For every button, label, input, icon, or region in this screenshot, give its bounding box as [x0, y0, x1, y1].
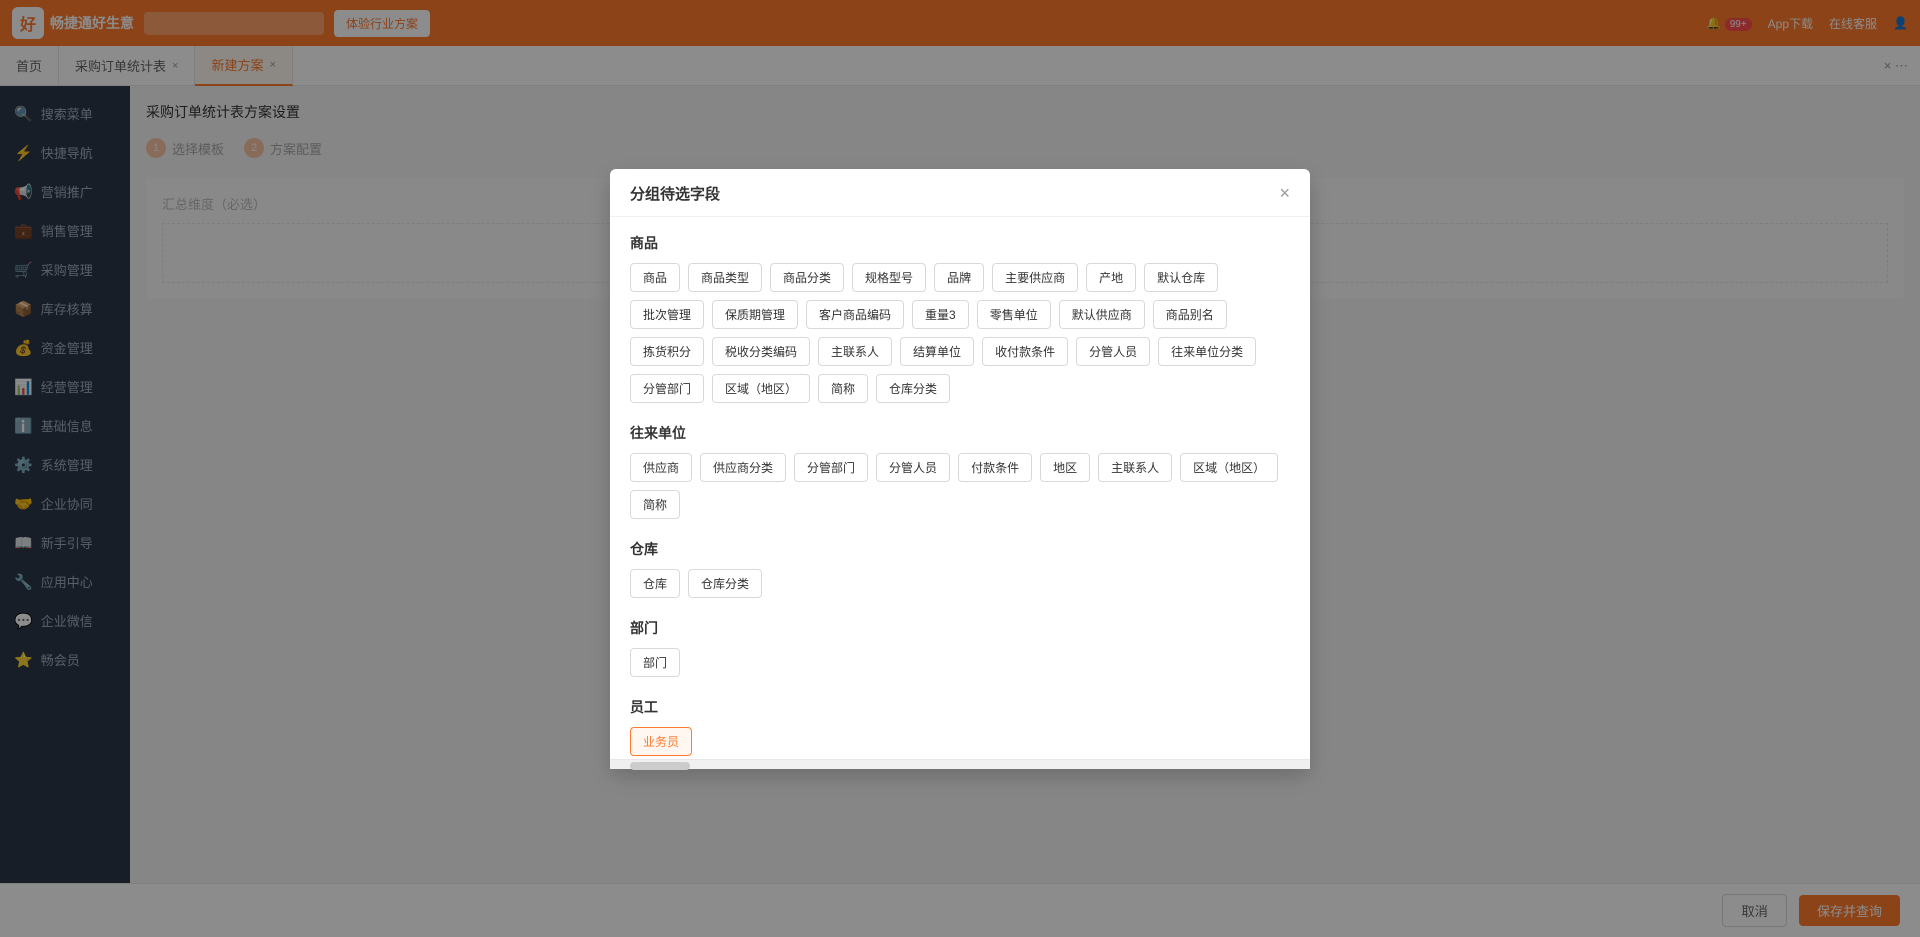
field-warehouse-category[interactable]: 仓库分类: [688, 569, 762, 598]
field-partner-category[interactable]: 往来单位分类: [1158, 337, 1256, 366]
field-weight3[interactable]: 重量3: [912, 300, 969, 329]
warehouse-fields: 仓库 仓库分类: [630, 569, 1290, 598]
field-partner-contact[interactable]: 主联系人: [1098, 453, 1172, 482]
dialog-overlay: 分组待选字段 × 商品 商品 商品类型 商品分类 规格型号: [130, 86, 1920, 937]
field-main-contact[interactable]: 主联系人: [818, 337, 892, 366]
field-spec-model[interactable]: 规格型号: [852, 263, 926, 292]
partner-fields: 供应商 供应商分类 分管部门 分管人员 付款条件 地区 主联系人 区域（地区） …: [630, 453, 1290, 519]
field-payment-terms[interactable]: 收付款条件: [982, 337, 1068, 366]
field-region[interactable]: 区域（地区）: [712, 374, 810, 403]
field-pick-score[interactable]: 拣货积分: [630, 337, 704, 366]
employee-fields: 业务员: [630, 727, 1290, 756]
field-product-alias[interactable]: 商品别名: [1153, 300, 1227, 329]
product-fields: 商品 商品类型 商品分类 规格型号 品牌 主要供应商 产地 默认仓库 批次管理 …: [630, 263, 1290, 403]
dialog-close-button[interactable]: ×: [1279, 183, 1290, 204]
field-default-supplier[interactable]: 默认供应商: [1059, 300, 1145, 329]
field-partner-shortname[interactable]: 简称: [630, 490, 680, 519]
field-shortname[interactable]: 简称: [818, 374, 868, 403]
field-supplier[interactable]: 供应商: [630, 453, 692, 482]
field-supplier-cat[interactable]: 供应商分类: [700, 453, 786, 482]
field-product[interactable]: 商品: [630, 263, 680, 292]
section-product-title: 商品: [630, 233, 1290, 253]
field-retail-unit[interactable]: 零售单位: [977, 300, 1051, 329]
field-department[interactable]: 部门: [630, 648, 680, 677]
field-product-type[interactable]: 商品类型: [688, 263, 762, 292]
section-partner: 往来单位 供应商 供应商分类 分管部门 分管人员 付款条件 地区 主联系人 区域…: [630, 423, 1290, 519]
field-warehouse[interactable]: 仓库: [630, 569, 680, 598]
main-layout: 🔍 搜索菜单 ⚡ 快捷导航 📢 营销推广 💼 销售管理 🛒 采购管理 📦: [0, 86, 1920, 937]
dialog-body[interactable]: 商品 商品 商品类型 商品分类 规格型号 品牌 主要供应商 产地 默认仓库 批次…: [610, 217, 1310, 759]
section-employee: 员工 业务员: [630, 697, 1290, 756]
section-product: 商品 商品 商品类型 商品分类 规格型号 品牌 主要供应商 产地 默认仓库 批次…: [630, 233, 1290, 403]
field-brand[interactable]: 品牌: [934, 263, 984, 292]
field-partner-region[interactable]: 区域（地区）: [1180, 453, 1278, 482]
dialog-title: 分组待选字段: [630, 183, 720, 204]
field-batch-mgmt[interactable]: 批次管理: [630, 300, 704, 329]
field-tax-code[interactable]: 税收分类编码: [712, 337, 810, 366]
field-area[interactable]: 地区: [1040, 453, 1090, 482]
field-default-warehouse[interactable]: 默认仓库: [1144, 263, 1218, 292]
section-employee-title: 员工: [630, 697, 1290, 717]
field-partner-dept[interactable]: 分管部门: [794, 453, 868, 482]
section-dept: 部门 部门: [630, 618, 1290, 677]
section-dept-title: 部门: [630, 618, 1290, 638]
content-area: 采购订单统计表方案设置 1 选择模板 2 方案配置 汇总维度（必选）: [130, 86, 1920, 937]
section-warehouse-title: 仓库: [630, 539, 1290, 559]
dialog-horizontal-scrollbar[interactable]: [610, 759, 1310, 769]
field-partner-manager[interactable]: 分管人员: [876, 453, 950, 482]
dialog: 分组待选字段 × 商品 商品 商品类型 商品分类 规格型号: [610, 169, 1310, 769]
field-payment-cond[interactable]: 付款条件: [958, 453, 1032, 482]
field-product-category[interactable]: 商品分类: [770, 263, 844, 292]
field-dept[interactable]: 分管部门: [630, 374, 704, 403]
field-manager[interactable]: 分管人员: [1076, 337, 1150, 366]
field-settlement-unit[interactable]: 结算单位: [900, 337, 974, 366]
section-partner-title: 往来单位: [630, 423, 1290, 443]
dialog-header: 分组待选字段 ×: [610, 169, 1310, 217]
dialog-scrollbar-thumb[interactable]: [630, 762, 690, 770]
field-warehouse-cat[interactable]: 仓库分类: [876, 374, 950, 403]
section-warehouse: 仓库 仓库 仓库分类: [630, 539, 1290, 598]
field-quality-mgmt[interactable]: 保质期管理: [712, 300, 798, 329]
field-customer-code[interactable]: 客户商品编码: [806, 300, 904, 329]
field-main-supplier[interactable]: 主要供应商: [992, 263, 1078, 292]
dept-fields: 部门: [630, 648, 1290, 677]
field-origin[interactable]: 产地: [1086, 263, 1136, 292]
field-salesperson[interactable]: 业务员: [630, 727, 692, 756]
